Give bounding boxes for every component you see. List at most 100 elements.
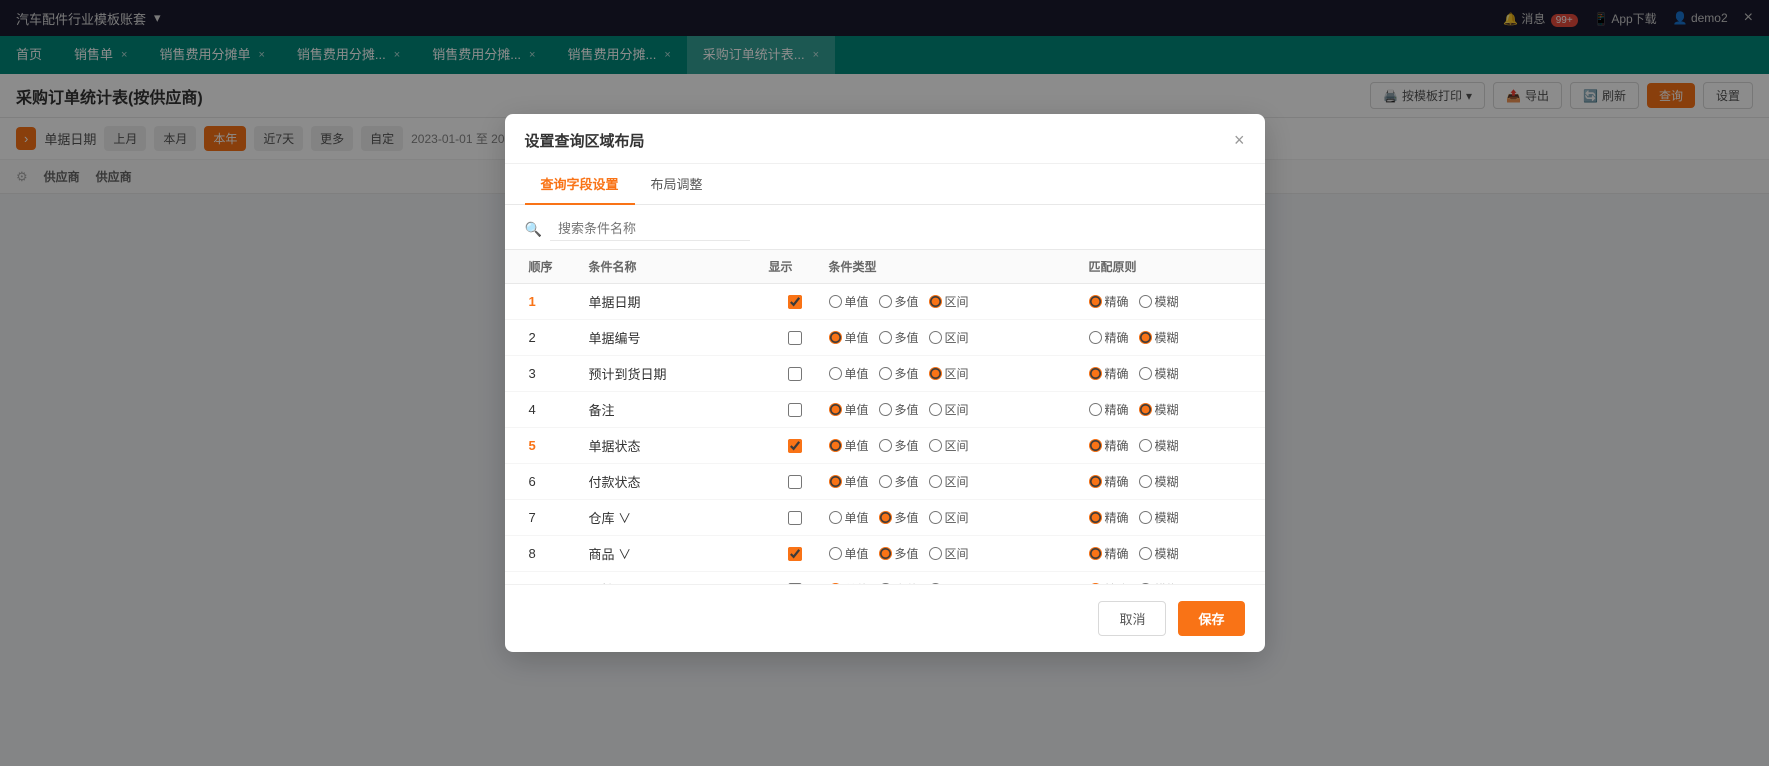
row-8-order: 8 — [525, 538, 585, 569]
row-3-match-fuzzy[interactable]: 模糊 — [1139, 365, 1179, 382]
row-4-type-multi[interactable]: 多值 — [879, 401, 919, 418]
row-4-name: 备注 — [585, 392, 765, 427]
row-5-match: 精确 模糊 — [1085, 429, 1265, 462]
dialog-close-button[interactable]: × — [1234, 130, 1245, 151]
row-1-type-range[interactable]: 区间 — [929, 293, 969, 310]
row-6-type-multi[interactable]: 多值 — [879, 473, 919, 490]
row-8-type-multi[interactable]: 多值 — [879, 545, 919, 562]
table-row: 1 单据日期 单值 多值 区间 精确 — [505, 284, 1265, 320]
row-7-name: 仓库 ∨ — [585, 500, 765, 535]
row-6-match-exact[interactable]: 精确 — [1089, 473, 1129, 490]
row-7-display — [765, 503, 825, 533]
row-3-display-checkbox[interactable] — [788, 367, 802, 381]
row-4-display-checkbox[interactable] — [788, 403, 802, 417]
search-input[interactable] — [550, 217, 750, 241]
row-8-match: 精确 模糊 — [1085, 537, 1265, 570]
row-5-display-checkbox[interactable] — [788, 439, 802, 453]
row-1-name: 单据日期 — [585, 284, 765, 319]
row-3-match: 精确 模糊 — [1085, 357, 1265, 390]
row-3-type-range[interactable]: 区间 — [929, 365, 969, 382]
row-8-type-single[interactable]: 单值 — [829, 545, 869, 562]
row-6-type-range[interactable]: 区间 — [929, 473, 969, 490]
row-7-display-checkbox[interactable] — [788, 511, 802, 525]
row-1-match-exact[interactable]: 精确 — [1089, 293, 1129, 310]
row-7-match: 精确 模糊 — [1085, 501, 1265, 534]
row-7-match-exact[interactable]: 精确 — [1089, 509, 1129, 526]
row-2-match-exact[interactable]: 精确 — [1089, 329, 1129, 346]
row-5-type-multi[interactable]: 多值 — [879, 437, 919, 454]
table-row: 4 备注 单值 多值 区间 精确 — [505, 392, 1265, 428]
row-1-type-single[interactable]: 单值 — [829, 293, 869, 310]
row-5-match-fuzzy[interactable]: 模糊 — [1139, 437, 1179, 454]
row-6-type: 单值 多值 区间 — [825, 465, 1085, 498]
row-7-type: 单值 多值 区间 — [825, 501, 1085, 534]
col-order: 顺序 — [525, 250, 585, 283]
row-5-match-exact[interactable]: 精确 — [1089, 437, 1129, 454]
row-8-match-fuzzy[interactable]: 模糊 — [1139, 545, 1179, 562]
row-7-type-single[interactable]: 单值 — [829, 509, 869, 526]
dialog-tab-query-fields[interactable]: 查询字段设置 — [525, 164, 635, 205]
row-9-match: 精确 模糊 — [1085, 573, 1265, 584]
table-row: 9 属性 ∨ 单值 多值 区间 精确 — [505, 572, 1265, 584]
row-5-type-range[interactable]: 区间 — [929, 437, 969, 454]
row-2-type: 单值 多值 区间 — [825, 321, 1085, 354]
row-2-display-checkbox[interactable] — [788, 331, 802, 345]
save-button[interactable]: 保存 — [1178, 601, 1244, 636]
row-2-type-single[interactable]: 单值 — [829, 329, 869, 346]
row-2-type-range[interactable]: 区间 — [929, 329, 969, 346]
cancel-button[interactable]: 取消 — [1098, 601, 1166, 636]
row-1-order: 1 — [525, 286, 585, 317]
row-7-match-fuzzy[interactable]: 模糊 — [1139, 509, 1179, 526]
dialog-title: 设置查询区域布局 — [525, 130, 645, 151]
dialog-tab-layout[interactable]: 布局调整 — [635, 164, 719, 205]
row-3-order: 3 — [525, 358, 585, 389]
row-8-name: 商品 ∨ — [585, 536, 765, 571]
row-3-name: 预计到货日期 — [585, 356, 765, 391]
row-1-type: 单值 多值 区间 — [825, 285, 1085, 318]
table-head-row: 顺序 条件名称 显示 条件类型 匹配原则 — [505, 249, 1265, 284]
row-3-type-single[interactable]: 单值 — [829, 365, 869, 382]
row-5-type: 单值 多值 区间 — [825, 429, 1085, 462]
row-4-match: 精确 模糊 — [1085, 393, 1265, 426]
row-1-match-fuzzy[interactable]: 模糊 — [1139, 293, 1179, 310]
row-6-display — [765, 467, 825, 497]
row-1-type-multi[interactable]: 多值 — [879, 293, 919, 310]
row-1-display — [765, 287, 825, 317]
row-2-match-fuzzy[interactable]: 模糊 — [1139, 329, 1179, 346]
row-7-type-multi[interactable]: 多值 — [879, 509, 919, 526]
table-row: 5 单据状态 单值 多值 区间 精确 — [505, 428, 1265, 464]
row-5-display — [765, 431, 825, 461]
row-4-type-single[interactable]: 单值 — [829, 401, 869, 418]
col-name: 条件名称 — [585, 250, 765, 283]
row-6-match: 精确 模糊 — [1085, 465, 1265, 498]
row-6-match-fuzzy[interactable]: 模糊 — [1139, 473, 1179, 490]
row-3-type: 单值 多值 区间 — [825, 357, 1085, 390]
row-1-display-checkbox[interactable] — [788, 295, 802, 309]
row-8-type-range[interactable]: 区间 — [929, 545, 969, 562]
row-2-name: 单据编号 — [585, 320, 765, 355]
row-3-type-multi[interactable]: 多值 — [879, 365, 919, 382]
row-6-name: 付款状态 — [585, 464, 765, 499]
row-8-match-exact[interactable]: 精确 — [1089, 545, 1129, 562]
row-8-type: 单值 多值 区间 — [825, 537, 1085, 570]
row-3-match-exact[interactable]: 精确 — [1089, 365, 1129, 382]
row-4-match-fuzzy[interactable]: 模糊 — [1139, 401, 1179, 418]
row-4-type-range[interactable]: 区间 — [929, 401, 969, 418]
row-6-type-single[interactable]: 单值 — [829, 473, 869, 490]
row-3-display — [765, 359, 825, 389]
table-row: 6 付款状态 单值 多值 区间 精确 — [505, 464, 1265, 500]
table-row: 8 商品 ∨ 单值 多值 区间 精确 — [505, 536, 1265, 572]
row-2-type-multi[interactable]: 多值 — [879, 329, 919, 346]
row-8-display — [765, 539, 825, 569]
row-2-order: 2 — [525, 322, 585, 353]
row-8-display-checkbox[interactable] — [788, 547, 802, 561]
row-6-display-checkbox[interactable] — [788, 475, 802, 489]
row-7-order: 7 — [525, 502, 585, 533]
row-5-type-single[interactable]: 单值 — [829, 437, 869, 454]
row-2-display — [765, 323, 825, 353]
row-4-display — [765, 395, 825, 425]
table-row: 3 预计到货日期 单值 多值 区间 精确 — [505, 356, 1265, 392]
row-7-type-range[interactable]: 区间 — [929, 509, 969, 526]
modal-overlay: 设置查询区域布局 × 查询字段设置 布局调整 🔍 顺序 条件名称 显示 条件类型 — [0, 0, 1769, 766]
row-4-match-exact[interactable]: 精确 — [1089, 401, 1129, 418]
